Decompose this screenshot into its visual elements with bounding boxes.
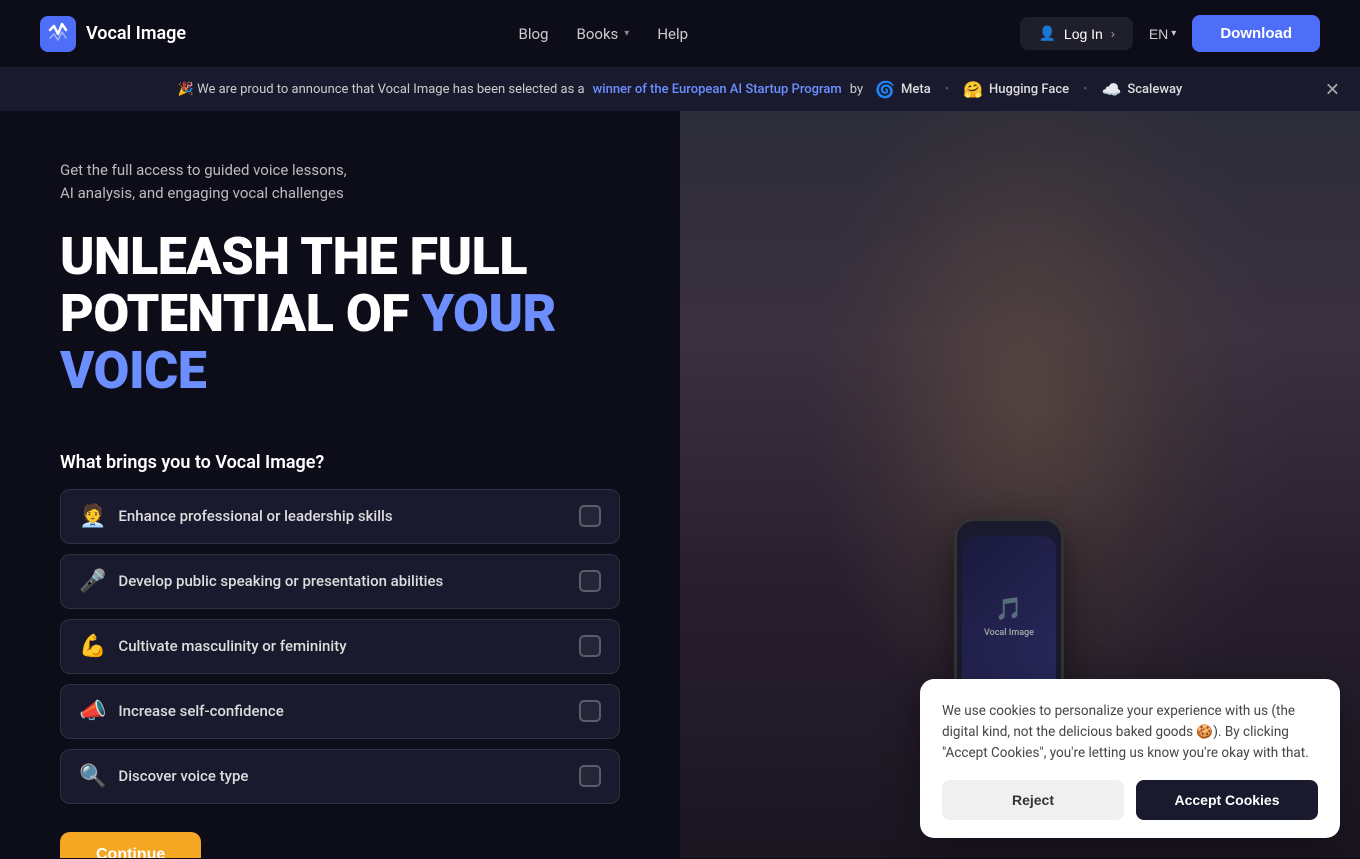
left-panel: Get the full access to guided voice less… bbox=[0, 111, 680, 858]
main-layout: Get the full access to guided voice less… bbox=[0, 111, 1360, 858]
hero-headline: UNLEASH THE FULL POTENTIAL OF YOUR VOICE bbox=[60, 228, 620, 400]
choice-emoji-professional: 🧑‍💼 bbox=[79, 504, 106, 529]
logo-icon bbox=[40, 16, 76, 52]
dot-separator-2: • bbox=[1083, 82, 1087, 97]
announcement-text: 🎉 We are proud to announce that Vocal Im… bbox=[178, 82, 585, 97]
choice-emoji-cultivate: 💪 bbox=[79, 634, 106, 659]
partner-huggingface: 🤗 Hugging Face bbox=[963, 80, 1069, 99]
continue-button[interactable]: Continue bbox=[60, 832, 201, 858]
huggingface-icon: 🤗 bbox=[963, 80, 983, 99]
choice-discover[interactable]: 🔍 Discover voice type bbox=[60, 749, 620, 804]
hero-subtitle: Get the full access to guided voice less… bbox=[60, 159, 620, 204]
announcement-by: by bbox=[850, 82, 863, 97]
choice-emoji-discover: 🔍 bbox=[79, 764, 106, 789]
huggingface-label: Hugging Face bbox=[989, 82, 1069, 97]
choice-label-confidence: Increase self-confidence bbox=[118, 702, 283, 720]
choice-checkbox-cultivate[interactable] bbox=[579, 635, 601, 657]
phone-screen: 🎵 Vocal Image bbox=[962, 536, 1056, 701]
chevron-down-icon: ▾ bbox=[624, 28, 629, 39]
books-link[interactable]: Books ▾ bbox=[576, 25, 629, 43]
cookie-actions: Reject Accept Cookies bbox=[942, 780, 1318, 820]
choice-label-cultivate: Cultivate masculinity or femininity bbox=[118, 637, 346, 655]
cookie-banner: We use cookies to personalize your exper… bbox=[920, 679, 1340, 838]
meta-label: Meta bbox=[901, 82, 931, 97]
dot-separator: • bbox=[945, 82, 949, 97]
choice-cultivate[interactable]: 💪 Cultivate masculinity or femininity bbox=[60, 619, 620, 674]
language-selector[interactable]: EN ▾ bbox=[1149, 26, 1176, 42]
nav-links: Blog Books ▾ Help bbox=[519, 25, 689, 43]
scaleway-icon: ☁️ bbox=[1101, 80, 1121, 99]
chevron-down-icon: ▾ bbox=[1171, 28, 1176, 39]
choice-checkbox-discover[interactable] bbox=[579, 765, 601, 787]
choice-emoji-speaking: 🎤 bbox=[79, 569, 106, 594]
choice-confidence[interactable]: 📣 Increase self-confidence bbox=[60, 684, 620, 739]
scaleway-label: Scaleway bbox=[1127, 82, 1182, 97]
choice-checkbox-professional[interactable] bbox=[579, 505, 601, 527]
blog-link[interactable]: Blog bbox=[519, 25, 549, 43]
cookie-text: We use cookies to personalize your exper… bbox=[942, 701, 1318, 764]
download-button[interactable]: Download bbox=[1192, 15, 1320, 52]
partners-list: 🌀 Meta • 🤗 Hugging Face • ☁️ Scaleway bbox=[875, 80, 1182, 99]
winner-link[interactable]: winner of the European AI Startup Progra… bbox=[593, 82, 842, 97]
reject-cookies-button[interactable]: Reject bbox=[942, 780, 1124, 820]
choice-checkbox-confidence[interactable] bbox=[579, 700, 601, 722]
section-question: What brings you to Vocal Image? bbox=[60, 452, 620, 473]
help-link[interactable]: Help bbox=[657, 25, 688, 43]
logo-text: Vocal Image bbox=[86, 23, 186, 44]
meta-icon: 🌀 bbox=[875, 80, 895, 99]
logo[interactable]: Vocal Image bbox=[40, 16, 186, 52]
choice-checkbox-speaking[interactable] bbox=[579, 570, 601, 592]
choice-label-discover: Discover voice type bbox=[118, 767, 248, 785]
choice-professional[interactable]: 🧑‍💼 Enhance professional or leadership s… bbox=[60, 489, 620, 544]
navbar-right: 👤 Log In › EN ▾ Download bbox=[1020, 15, 1320, 52]
close-banner-button[interactable]: ✕ bbox=[1325, 79, 1340, 100]
right-panel: 🎵 Vocal Image We use cookies to personal… bbox=[680, 111, 1360, 858]
choice-label-speaking: Develop public speaking or presentation … bbox=[118, 572, 443, 590]
user-icon: 👤 bbox=[1038, 25, 1055, 42]
partner-meta: 🌀 Meta bbox=[875, 80, 931, 99]
choice-emoji-confidence: 📣 bbox=[79, 699, 106, 724]
choice-label-professional: Enhance professional or leadership skill… bbox=[118, 507, 392, 525]
phone-logo-icon: 🎵 bbox=[995, 597, 1022, 622]
partner-scaleway: ☁️ Scaleway bbox=[1101, 80, 1182, 99]
navbar: Vocal Image Blog Books ▾ Help 👤 Log In ›… bbox=[0, 0, 1360, 68]
accept-cookies-button[interactable]: Accept Cookies bbox=[1136, 780, 1318, 820]
announcement-banner: 🎉 We are proud to announce that Vocal Im… bbox=[0, 68, 1360, 111]
arrow-right-icon: › bbox=[1111, 27, 1115, 41]
choice-list: 🧑‍💼 Enhance professional or leadership s… bbox=[60, 489, 620, 804]
phone-brand-text: Vocal Image bbox=[984, 628, 1034, 638]
login-button[interactable]: 👤 Log In › bbox=[1020, 17, 1132, 50]
choice-speaking[interactable]: 🎤 Develop public speaking or presentatio… bbox=[60, 554, 620, 609]
